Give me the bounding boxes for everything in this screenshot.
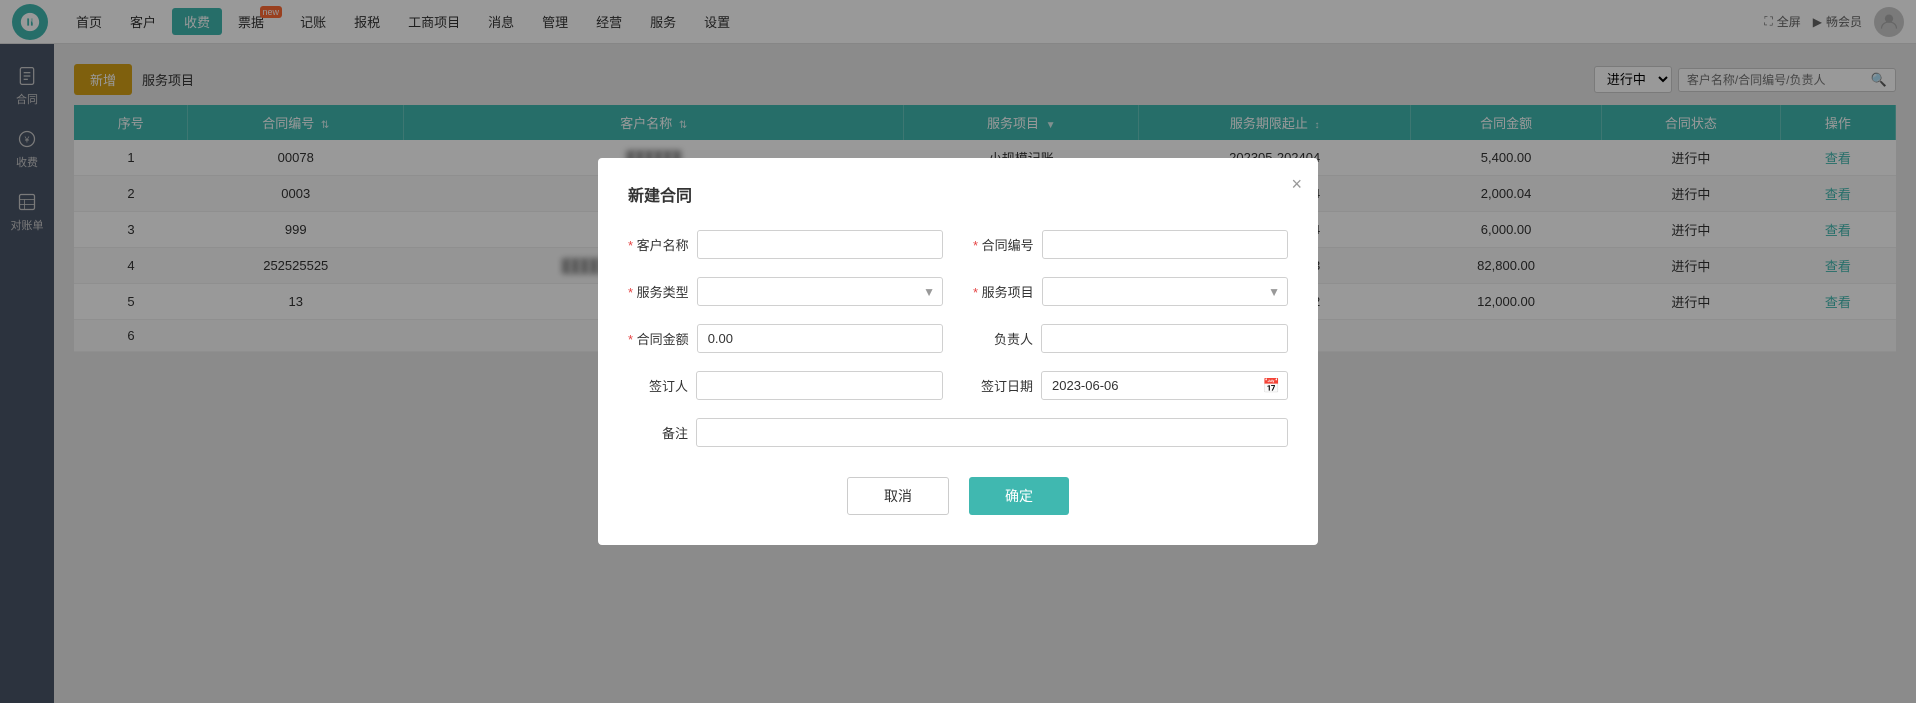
remarks-label: 备注 [628, 423, 688, 442]
cancel-button[interactable]: 取消 [847, 477, 949, 515]
sign-date-wrap: 📅 [1041, 371, 1288, 400]
service-item-select[interactable] [1042, 277, 1288, 306]
signer-input[interactable] [696, 371, 943, 400]
modal-title: 新建合同 [628, 182, 1288, 206]
calendar-icon[interactable]: 📅 [1263, 377, 1280, 394]
customer-name-label: 客户名称 [628, 235, 689, 254]
sign-date-label: 签订日期 [973, 376, 1033, 395]
contract-no-input[interactable] [1042, 230, 1288, 259]
contract-amount-row: 合同金额 [628, 324, 943, 353]
customer-name-row: 客户名称 [628, 230, 943, 259]
contract-amount-label: 合同金额 [628, 329, 689, 348]
form-grid: 客户名称 合同编号 服务类型 ▼ 服务项目 ▼ [628, 230, 1288, 447]
service-type-label: 服务类型 [628, 282, 689, 301]
service-type-row: 服务类型 ▼ [628, 277, 943, 306]
remarks-row: 备注 [628, 418, 1288, 447]
contract-no-row: 合同编号 [973, 230, 1288, 259]
sign-date-input[interactable] [1041, 371, 1288, 400]
service-item-row: 服务项目 ▼ [973, 277, 1288, 306]
modal-footer: 取消 确定 [628, 477, 1288, 515]
sign-date-row: 签订日期 📅 [973, 371, 1288, 400]
service-type-select[interactable] [697, 277, 943, 306]
contract-no-label: 合同编号 [973, 235, 1034, 254]
customer-name-input[interactable] [697, 230, 943, 259]
service-item-select-wrap: ▼ [1042, 277, 1288, 306]
contract-amount-input[interactable] [697, 324, 943, 353]
remarks-input[interactable] [696, 418, 1288, 447]
person-in-charge-input[interactable] [1041, 324, 1288, 353]
service-type-select-wrap: ▼ [697, 277, 943, 306]
person-in-charge-label: 负责人 [973, 329, 1033, 348]
new-contract-modal: 新建合同 × 客户名称 合同编号 服务类型 ▼ 服务项目 [598, 158, 1318, 545]
confirm-button[interactable]: 确定 [969, 477, 1069, 515]
signer-row: 签订人 [628, 371, 943, 400]
modal-overlay[interactable]: 新建合同 × 客户名称 合同编号 服务类型 ▼ 服务项目 [0, 0, 1916, 703]
service-item-label: 服务项目 [973, 282, 1034, 301]
modal-close-button[interactable]: × [1291, 174, 1302, 195]
signer-label: 签订人 [628, 376, 688, 395]
person-in-charge-row: 负责人 [973, 324, 1288, 353]
